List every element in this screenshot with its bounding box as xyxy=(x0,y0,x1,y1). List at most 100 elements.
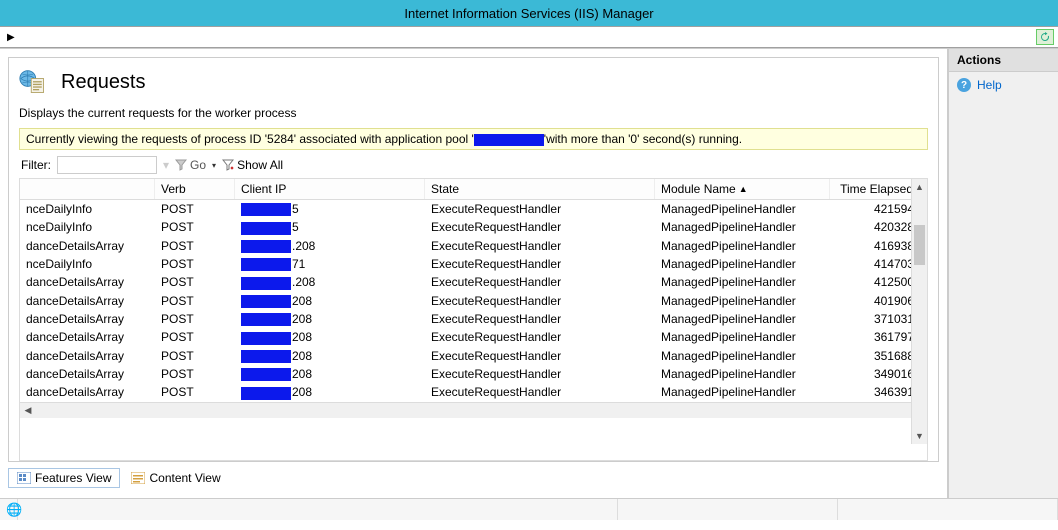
table-row[interactable]: danceDetailsArrayPOST208ExecuteRequestHa… xyxy=(20,328,927,346)
cell-client-ip: 208 xyxy=(235,383,425,401)
page-description: Displays the current requests for the wo… xyxy=(19,106,928,120)
scroll-track[interactable] xyxy=(912,195,927,428)
redacted-ip xyxy=(241,258,291,271)
status-seg: 🌐 xyxy=(0,499,18,520)
vertical-scrollbar[interactable]: ▲ ▼ xyxy=(911,179,927,444)
requests-grid: Verb Client IP State Module Name▲ Time E… xyxy=(19,178,928,461)
funnel-icon xyxy=(175,159,187,171)
refresh-button[interactable] xyxy=(1036,29,1054,45)
tab-content-label: Content View xyxy=(149,471,220,485)
cell-url: danceDetailsArray xyxy=(20,365,155,383)
cell-time: 412500 xyxy=(830,273,920,291)
status-seg xyxy=(18,499,618,520)
main-area: Requests Displays the current requests f… xyxy=(0,49,948,498)
col-state[interactable]: State xyxy=(425,179,655,199)
scroll-left-icon[interactable]: ◀ xyxy=(20,403,36,418)
go-dropdown-icon[interactable]: ▾ xyxy=(212,161,216,170)
page-header: Requests xyxy=(19,68,928,96)
cell-verb: POST xyxy=(155,365,235,383)
cell-module: ManagedPipelineHandler xyxy=(655,273,830,291)
filter-toolbar: Filter: ▾ Go ▾ Show All xyxy=(19,156,928,174)
table-row[interactable]: danceDetailsArrayPOST208ExecuteRequestHa… xyxy=(20,383,927,401)
go-label: Go xyxy=(190,158,206,172)
cell-time: 351688 xyxy=(830,347,920,365)
actions-body: ? Help xyxy=(949,72,1058,98)
redacted-ip xyxy=(241,332,291,345)
table-row[interactable]: nceDailyInfoPOST71ExecuteRequestHandlerM… xyxy=(20,255,927,273)
col-time[interactable]: Time Elapsed xyxy=(830,179,920,199)
redacted-ip xyxy=(241,368,291,381)
cell-time: 349016 xyxy=(830,365,920,383)
col-url[interactable] xyxy=(20,179,155,199)
table-row[interactable]: danceDetailsArrayPOST.208ExecuteRequestH… xyxy=(20,273,927,291)
redacted-ip xyxy=(241,350,291,363)
filter-label: Filter: xyxy=(21,158,51,172)
cell-state: ExecuteRequestHandler xyxy=(425,383,655,401)
cell-client-ip: .208 xyxy=(235,273,425,291)
col-module[interactable]: Module Name▲ xyxy=(655,179,830,199)
status-seg xyxy=(618,499,838,520)
show-all-button[interactable]: Show All xyxy=(222,158,283,172)
clear-filter-icon xyxy=(222,159,234,171)
col-client-ip[interactable]: Client IP xyxy=(235,179,425,199)
window-titlebar: Internet Information Services (IIS) Mana… xyxy=(0,0,1058,26)
cell-module: ManagedPipelineHandler xyxy=(655,292,830,310)
scroll-up-icon[interactable]: ▲ xyxy=(912,179,927,195)
sort-indicator-icon: ▲ xyxy=(739,184,748,194)
cell-url: nceDailyInfo xyxy=(20,200,155,218)
cell-verb: POST xyxy=(155,255,235,273)
cell-url: danceDetailsArray xyxy=(20,292,155,310)
tab-content-view[interactable]: Content View xyxy=(122,468,229,488)
table-row[interactable]: danceDetailsArrayPOST208ExecuteRequestHa… xyxy=(20,347,927,365)
cell-state: ExecuteRequestHandler xyxy=(425,218,655,236)
table-row[interactable]: danceDetailsArrayPOST208ExecuteRequestHa… xyxy=(20,292,927,310)
status-seg xyxy=(838,499,1058,520)
cell-module: ManagedPipelineHandler xyxy=(655,255,830,273)
address-bar[interactable]: ▶ xyxy=(0,26,1058,48)
redacted-app-pool xyxy=(474,134,544,146)
filter-input[interactable] xyxy=(57,156,157,174)
cell-module: ManagedPipelineHandler xyxy=(655,237,830,255)
cell-verb: POST xyxy=(155,383,235,401)
page-title: Requests xyxy=(61,71,146,94)
table-row[interactable]: nceDailyInfoPOST5ExecuteRequestHandlerMa… xyxy=(20,218,927,236)
cell-client-ip: 208 xyxy=(235,347,425,365)
table-row[interactable]: danceDetailsArrayPOST.208ExecuteRequestH… xyxy=(20,237,927,255)
cell-time: 420328 xyxy=(830,218,920,236)
cell-time: 346391 xyxy=(830,383,920,401)
cell-verb: POST xyxy=(155,273,235,291)
help-icon: ? xyxy=(957,78,971,92)
scroll-down-icon[interactable]: ▼ xyxy=(912,428,927,444)
cell-url: danceDetailsArray xyxy=(20,310,155,328)
window-title: Internet Information Services (IIS) Mana… xyxy=(404,6,653,21)
cell-verb: POST xyxy=(155,237,235,255)
help-link[interactable]: ? Help xyxy=(957,78,1050,92)
horizontal-scrollbar[interactable]: ◀ ▶ xyxy=(20,402,927,418)
cell-client-ip: 71 xyxy=(235,255,425,273)
cell-module: ManagedPipelineHandler xyxy=(655,310,830,328)
cell-verb: POST xyxy=(155,200,235,218)
cell-time: 401906 xyxy=(830,292,920,310)
cell-verb: POST xyxy=(155,292,235,310)
tab-features-view[interactable]: Features View xyxy=(8,468,120,488)
cell-state: ExecuteRequestHandler xyxy=(425,200,655,218)
grid-header: Verb Client IP State Module Name▲ Time E… xyxy=(20,179,927,200)
cell-time: 361797 xyxy=(830,328,920,346)
cell-url: danceDetailsArray xyxy=(20,347,155,365)
cell-verb: POST xyxy=(155,347,235,365)
table-row[interactable]: nceDailyInfoPOST5ExecuteRequestHandlerMa… xyxy=(20,200,927,218)
cell-module: ManagedPipelineHandler xyxy=(655,383,830,401)
cell-module: ManagedPipelineHandler xyxy=(655,347,830,365)
table-row[interactable]: danceDetailsArrayPOST208ExecuteRequestHa… xyxy=(20,310,927,328)
redacted-ip xyxy=(241,277,291,290)
cell-time: 414703 xyxy=(830,255,920,273)
grid-body: nceDailyInfoPOST5ExecuteRequestHandlerMa… xyxy=(20,200,927,402)
cell-url: danceDetailsArray xyxy=(20,383,155,401)
scroll-thumb[interactable] xyxy=(914,225,925,265)
col-verb[interactable]: Verb xyxy=(155,179,235,199)
scroll-h-track[interactable] xyxy=(36,403,911,418)
cell-state: ExecuteRequestHandler xyxy=(425,237,655,255)
table-row[interactable]: danceDetailsArrayPOST208ExecuteRequestHa… xyxy=(20,365,927,383)
go-button[interactable]: Go xyxy=(175,158,206,172)
cell-time: 371031 xyxy=(830,310,920,328)
